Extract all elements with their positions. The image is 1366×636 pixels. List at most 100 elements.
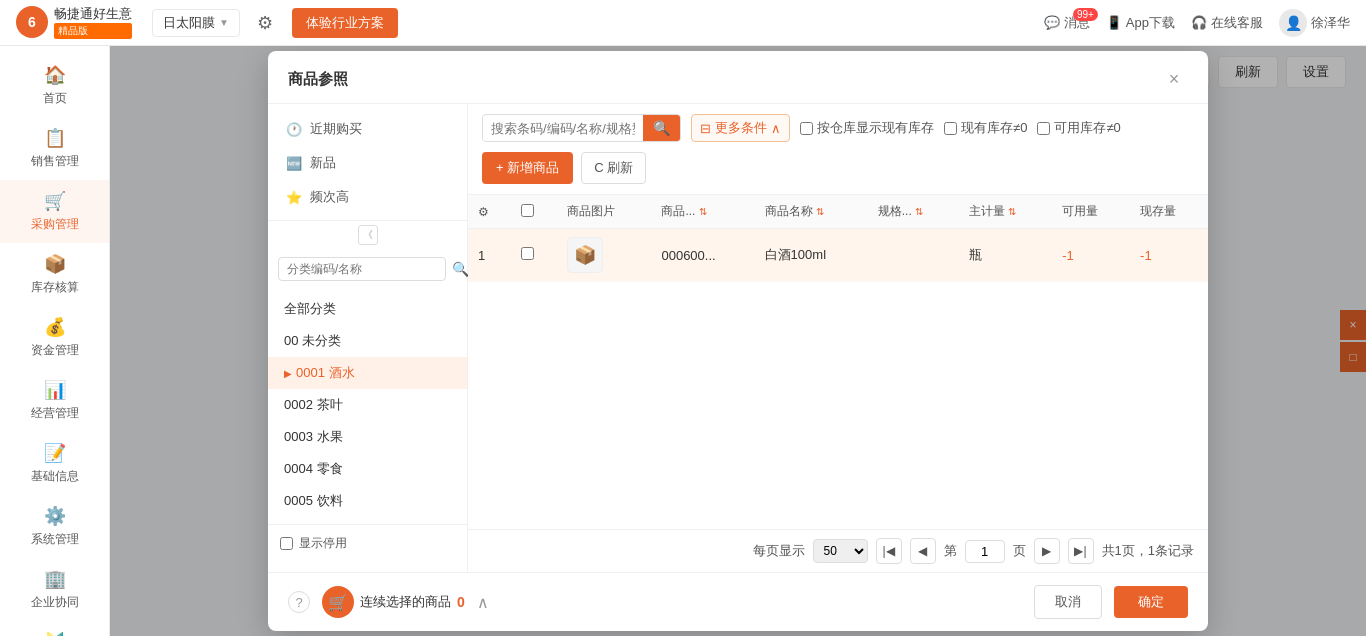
sidebar-item-basic[interactable]: 📝 基础信息 xyxy=(0,432,109,495)
message-button[interactable]: 💬 消息 99+ xyxy=(1044,14,1090,32)
product-table: ⚙ 商品图片 商品... ⇅ 商品名称 xyxy=(468,195,1208,282)
next-page-button[interactable]: ▶ xyxy=(1034,538,1060,564)
col-spec-label: 规格... xyxy=(878,204,912,218)
online-service-button[interactable]: 🎧 在线客服 xyxy=(1191,14,1263,32)
confirm-button[interactable]: 确定 xyxy=(1114,586,1188,618)
sort-spec-icon: ⇅ xyxy=(915,206,923,217)
show-disabled-label: 显示停用 xyxy=(299,535,347,552)
guide-icon: 🔰 xyxy=(44,631,66,636)
sidebar-label-finance: 资金管理 xyxy=(31,342,79,359)
experience-button[interactable]: 体验行业方案 xyxy=(292,8,398,38)
category-item-0004[interactable]: 0004 零食 xyxy=(268,453,467,485)
more-filter-label: 更多条件 xyxy=(715,119,767,137)
select-all-checkbox[interactable] xyxy=(521,204,534,217)
sidebar-item-home[interactable]: 🏠 首页 xyxy=(0,54,109,117)
sidebar-item-enterprise[interactable]: 🏢 企业协同 xyxy=(0,558,109,621)
sidebar-item-inventory[interactable]: 📦 库存核算 xyxy=(0,243,109,306)
warehouse-filter-label[interactable]: 按仓库显示现有库存 xyxy=(800,119,934,137)
usable-filter-checkbox[interactable] xyxy=(1037,122,1050,135)
system-icon: ⚙️ xyxy=(44,505,66,527)
sidebar-label-operation: 经营管理 xyxy=(31,405,79,422)
app-download-button[interactable]: 📱 App下载 xyxy=(1106,14,1175,32)
cart-icon: 🛒 xyxy=(322,586,354,618)
logo-icon: 6 xyxy=(16,6,48,38)
available-filter-checkbox[interactable] xyxy=(944,122,957,135)
col-stock: 现存量 xyxy=(1130,195,1208,229)
gear-button[interactable]: ⚙ xyxy=(250,8,280,38)
row-unit: 瓶 xyxy=(959,229,1053,282)
category-search-icon[interactable]: 🔍 xyxy=(452,261,469,277)
category-item-0008[interactable]: 0008 水 xyxy=(268,517,467,524)
sidebar-label-inventory: 库存核算 xyxy=(31,279,79,296)
show-disabled-checkbox[interactable] xyxy=(280,537,293,550)
sidebar-item-operation[interactable]: 📊 经营管理 xyxy=(0,369,109,432)
collapse-left-button[interactable]: 《 xyxy=(358,225,378,245)
sort-unit-icon: ⇅ xyxy=(1008,206,1016,217)
row-checkbox-cell xyxy=(511,229,557,282)
col-name[interactable]: 商品名称 ⇅ xyxy=(755,195,868,229)
more-filter-button[interactable]: ⊟ 更多条件 ∧ xyxy=(691,114,790,142)
table-row[interactable]: 1 📦 000600... 白酒100ml 瓶 xyxy=(468,229,1208,282)
refresh-button[interactable]: C 刷新 xyxy=(581,152,646,184)
category-search-input[interactable] xyxy=(278,257,446,281)
recent-buy-button[interactable]: 🕐 近期购买 xyxy=(278,114,457,144)
pagination-bar: 每页显示 50 10 20 100 |◀ ◀ 第 1 页 xyxy=(468,529,1208,572)
category-item-0003[interactable]: 0003 水果 xyxy=(268,421,467,453)
usable-filter-label[interactable]: 可用库存≠0 xyxy=(1037,119,1120,137)
add-product-button[interactable]: + 新增商品 xyxy=(482,152,573,184)
filter-icon: ⊟ xyxy=(700,121,711,136)
cart-area[interactable]: 🛒 连续选择的商品 0 xyxy=(322,586,465,618)
cancel-button[interactable]: 取消 xyxy=(1034,585,1102,619)
filter-bar: 🔍 ⊟ 更多条件 ∧ 按仓库显示现有库存 xyxy=(468,104,1208,195)
available-filter-label[interactable]: 现有库存≠0 xyxy=(944,119,1027,137)
sidebar-item-finance[interactable]: 💰 资金管理 xyxy=(0,306,109,369)
sidebar-label-enterprise: 企业协同 xyxy=(31,594,79,611)
collapse-footer-icon[interactable]: ∧ xyxy=(477,593,489,612)
category-item-00[interactable]: 00 未分类 xyxy=(268,325,467,357)
new-goods-button[interactable]: 🆕 新品 xyxy=(278,148,457,178)
category-all[interactable]: 全部分类 xyxy=(268,293,467,325)
col-code[interactable]: 商品... ⇅ xyxy=(651,195,754,229)
sort-name-icon: ⇅ xyxy=(816,206,824,217)
col-unit[interactable]: 主计量 ⇅ xyxy=(959,195,1053,229)
col-settings[interactable]: ⚙ xyxy=(468,195,511,229)
topbar-right: 💬 消息 99+ 📱 App下载 🎧 在线客服 👤 徐泽华 xyxy=(1044,9,1350,37)
category-item-0002[interactable]: 0002 茶叶 xyxy=(268,389,467,421)
logo-badge: 精品版 xyxy=(54,23,132,39)
sidebar-item-guide[interactable]: 🔰 新手引导 xyxy=(0,621,109,636)
help-button[interactable]: ? xyxy=(288,591,310,613)
page-input[interactable]: 1 xyxy=(965,540,1005,563)
sidebar-item-system[interactable]: ⚙️ 系统管理 xyxy=(0,495,109,558)
finance-icon: 💰 xyxy=(44,316,66,338)
new-goods-label: 新品 xyxy=(310,154,336,172)
category-item-0005[interactable]: 0005 饮料 xyxy=(268,485,467,517)
category-item-0001[interactable]: ▶ 0001 酒水 xyxy=(268,357,467,389)
per-page-label: 每页显示 xyxy=(753,542,805,560)
total-info: 共1页，1条记录 xyxy=(1102,542,1194,560)
user-area[interactable]: 👤 徐泽华 xyxy=(1279,9,1350,37)
usable-filter-text: 可用库存≠0 xyxy=(1054,119,1120,137)
sidebar: 🏠 首页 📋 销售管理 🛒 采购管理 📦 库存核算 💰 资金管理 📊 经营管理 … xyxy=(0,46,110,636)
per-page-select[interactable]: 50 10 20 100 xyxy=(813,539,868,563)
row-checkbox[interactable] xyxy=(521,247,534,260)
sidebar-item-purchase[interactable]: 🛒 采购管理 xyxy=(0,180,109,243)
sidebar-label-system: 系统管理 xyxy=(31,531,79,548)
category-search-row: 🔍 xyxy=(268,249,467,289)
warehouse-filter-checkbox[interactable] xyxy=(800,122,813,135)
history-icon: 🕐 xyxy=(286,122,302,137)
first-page-button[interactable]: |◀ xyxy=(876,538,902,564)
modal-close-button[interactable]: × xyxy=(1160,65,1188,93)
sidebar-item-sales[interactable]: 📋 销售管理 xyxy=(0,117,109,180)
col-spec[interactable]: 规格... ⇅ xyxy=(868,195,959,229)
col-code-label: 商品... xyxy=(661,204,695,218)
last-page-button[interactable]: ▶| xyxy=(1068,538,1094,564)
product-search-button[interactable]: 🔍 xyxy=(643,115,680,141)
online-service-label: 在线客服 xyxy=(1211,14,1263,32)
prev-page-button[interactable]: ◀ xyxy=(910,538,936,564)
purchase-icon: 🛒 xyxy=(44,190,66,212)
product-image: 📦 xyxy=(567,237,603,273)
operation-icon: 📊 xyxy=(44,379,66,401)
product-search-input[interactable] xyxy=(483,116,643,141)
nav-selector[interactable]: 日太阳膜 ▼ xyxy=(152,9,240,37)
high-freq-button[interactable]: ⭐ 频次高 xyxy=(278,182,457,212)
